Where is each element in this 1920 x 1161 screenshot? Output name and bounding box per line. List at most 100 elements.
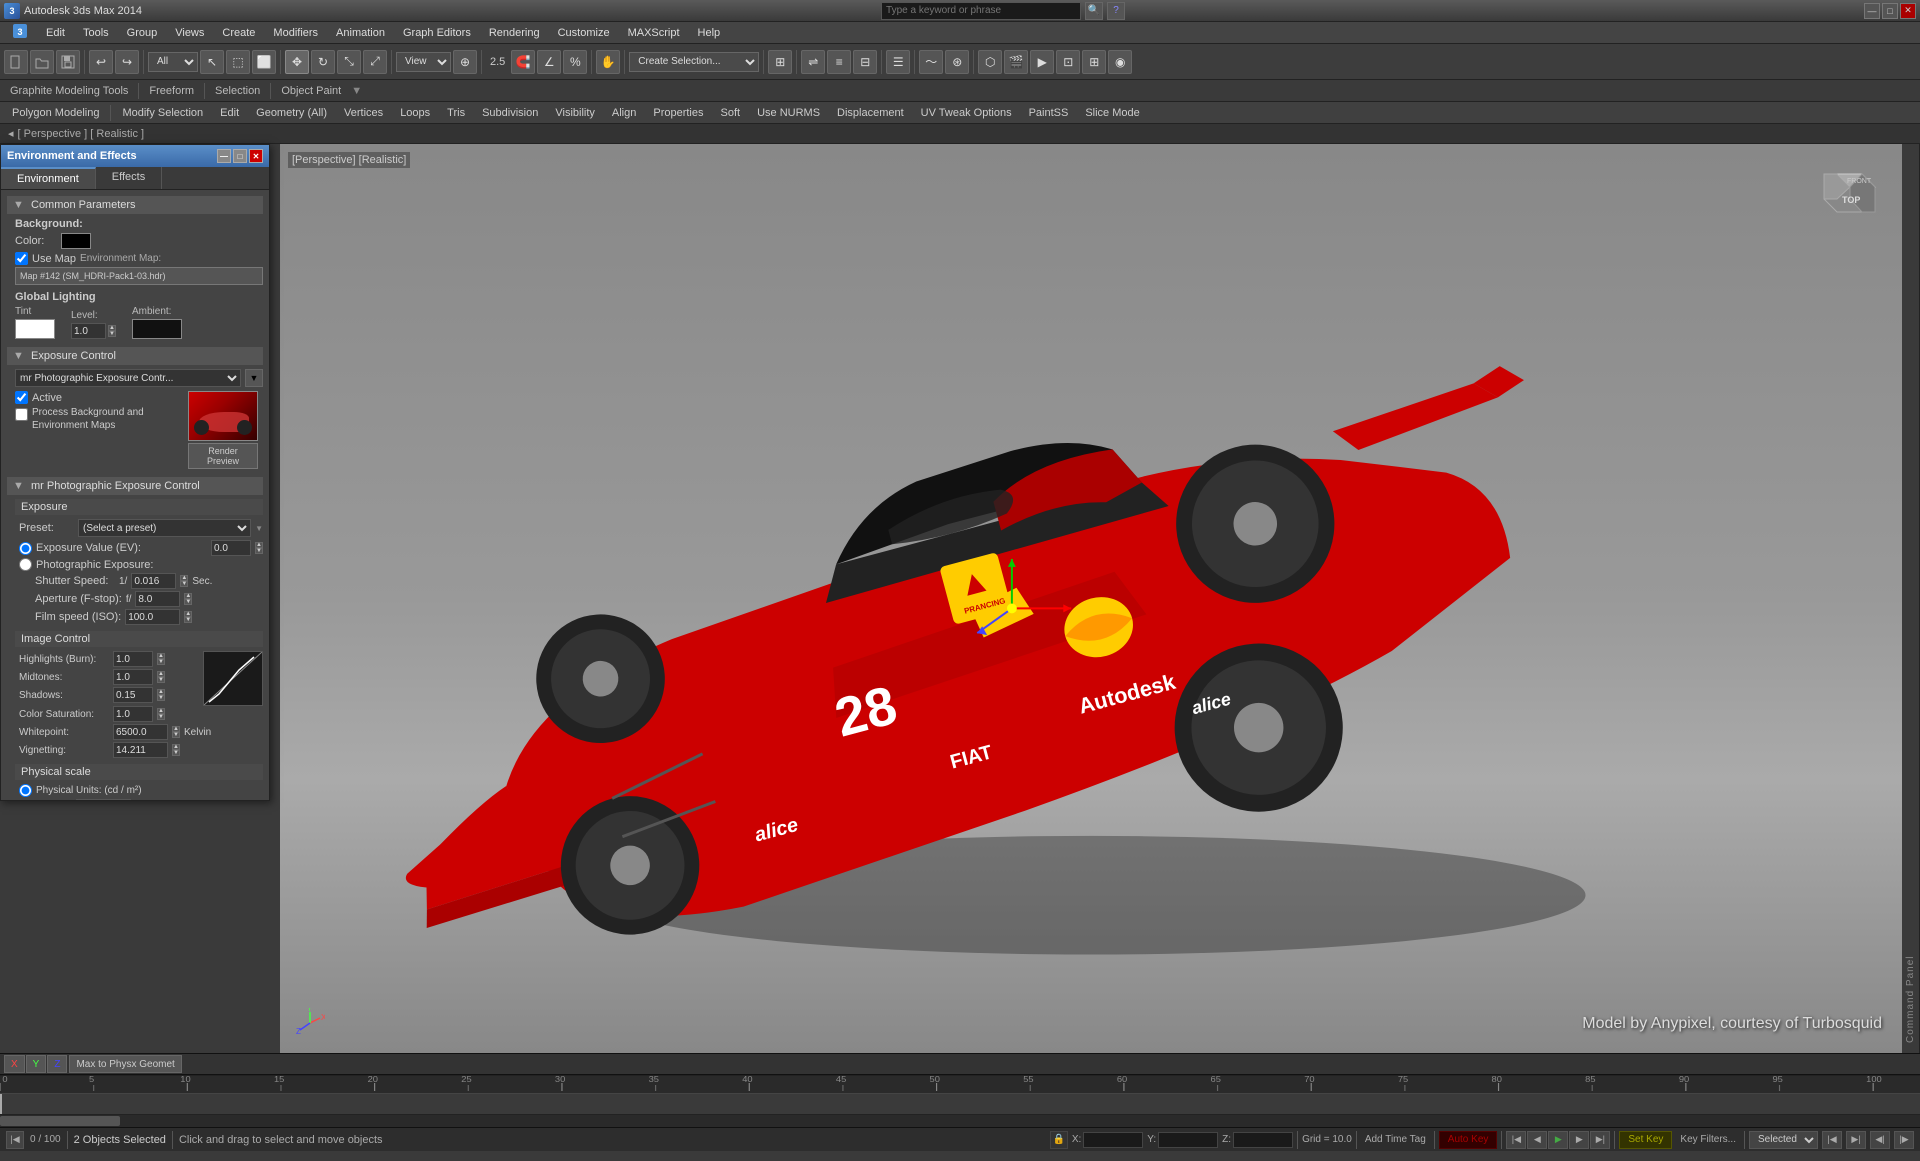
key-filters-btn[interactable]: Key Filters... bbox=[1676, 1134, 1740, 1145]
new-button[interactable] bbox=[4, 50, 28, 74]
menu-app[interactable]: 3 bbox=[4, 21, 36, 44]
process-bg-checkbox[interactable] bbox=[15, 408, 28, 421]
exposure-control-header[interactable]: ▼ Exposure Control bbox=[7, 347, 263, 365]
vignetting-spinner[interactable]: ▲ ▼ bbox=[172, 744, 180, 756]
menu-group[interactable]: Group bbox=[119, 25, 166, 41]
command-panel-strip[interactable]: Command Panel bbox=[1902, 144, 1920, 1053]
menu-maxscript[interactable]: MAXScript bbox=[620, 25, 688, 41]
slice-mode-item[interactable]: Slice Mode bbox=[1077, 105, 1147, 121]
y-axis-btn[interactable]: Y bbox=[26, 1055, 47, 1073]
timeline-scrollbar[interactable] bbox=[0, 1115, 1920, 1127]
menu-edit[interactable]: Edit bbox=[38, 25, 73, 41]
minimize-button[interactable]: — bbox=[1864, 3, 1880, 19]
y-input[interactable] bbox=[1158, 1132, 1218, 1148]
object-paint-arrow[interactable]: ▼ bbox=[349, 83, 364, 99]
undo-button[interactable]: ↩ bbox=[89, 50, 113, 74]
window-crossing-button[interactable]: ⬜ bbox=[252, 50, 276, 74]
play-forward-btn[interactable]: ▶ bbox=[1548, 1131, 1568, 1149]
select-region-button[interactable]: ⬚ bbox=[226, 50, 250, 74]
image-control-header[interactable]: Image Control bbox=[15, 631, 263, 647]
level-input[interactable] bbox=[71, 323, 106, 339]
shadows-spinner[interactable]: ▲ ▼ bbox=[157, 689, 165, 701]
soft-item[interactable]: Soft bbox=[713, 105, 749, 121]
layers-button[interactable]: ☰ bbox=[886, 50, 910, 74]
x-axis-btn[interactable]: X bbox=[4, 1055, 25, 1073]
exposure-options-btn[interactable]: ▼ bbox=[245, 369, 263, 387]
properties-item[interactable]: Properties bbox=[645, 105, 711, 121]
use-nurms-item[interactable]: Use NURMS bbox=[749, 105, 828, 121]
nav-cube[interactable]: TOP FRONT bbox=[1817, 159, 1882, 224]
scale2-button[interactable]: ⤢ bbox=[363, 50, 387, 74]
menu-views[interactable]: Views bbox=[167, 25, 212, 41]
menu-rendering[interactable]: Rendering bbox=[481, 25, 548, 41]
save-button[interactable] bbox=[56, 50, 80, 74]
photo-radio[interactable] bbox=[19, 558, 32, 571]
subdivision-item[interactable]: Subdivision bbox=[474, 105, 546, 121]
menu-create[interactable]: Create bbox=[214, 25, 263, 41]
tab-effects[interactable]: Effects bbox=[96, 167, 162, 189]
render4-button[interactable]: ◉ bbox=[1108, 50, 1132, 74]
film-spinner[interactable]: ▲ ▼ bbox=[184, 611, 192, 623]
move-button[interactable]: ✥ bbox=[285, 50, 309, 74]
selection-item[interactable]: Selection bbox=[209, 83, 266, 99]
aperture-spinner[interactable]: ▲ ▼ bbox=[184, 593, 192, 605]
mirror-button[interactable]: ⇌ bbox=[801, 50, 825, 74]
search-icon[interactable]: 🔍 bbox=[1085, 2, 1103, 20]
max-physx-label[interactable]: Max to Physx Geomet bbox=[69, 1055, 181, 1073]
edit-item[interactable]: Edit bbox=[212, 105, 247, 121]
align-item[interactable]: Align bbox=[604, 105, 644, 121]
exposure-sub-header[interactable]: Exposure bbox=[15, 499, 263, 515]
add-time-tag-btn[interactable]: Add Time Tag bbox=[1361, 1134, 1430, 1145]
graphite-tools-item[interactable]: Graphite Modeling Tools bbox=[4, 83, 134, 99]
level-spinner[interactable]: ▲ ▼ bbox=[108, 325, 116, 337]
unitless-input[interactable] bbox=[76, 799, 131, 800]
z-axis-btn[interactable]: Z bbox=[47, 1055, 67, 1073]
select-filter-dropdown[interactable]: All bbox=[148, 52, 198, 72]
menu-modifiers[interactable]: Modifiers bbox=[265, 25, 326, 41]
close-button[interactable]: ✕ bbox=[1900, 3, 1916, 19]
loops-item[interactable]: Loops bbox=[392, 105, 438, 121]
color-sat-spinner[interactable]: ▲ ▼ bbox=[157, 708, 165, 720]
x-input[interactable] bbox=[1083, 1132, 1143, 1148]
redo-button[interactable]: ↪ bbox=[115, 50, 139, 74]
pivot-button[interactable]: ⊕ bbox=[453, 50, 477, 74]
go-to-start-btn[interactable]: |◀ bbox=[1506, 1131, 1526, 1149]
frame-back-btn[interactable]: ◀| bbox=[1870, 1131, 1890, 1149]
exposure-type-dropdown[interactable]: mr Photographic Exposure Contr... bbox=[15, 369, 241, 387]
frame-next-btn[interactable]: ▶| bbox=[1846, 1131, 1866, 1149]
modify-selection-item[interactable]: Modify Selection bbox=[114, 105, 211, 121]
preset-dropdown[interactable]: (Select a preset) bbox=[78, 519, 251, 537]
render2-button[interactable]: ⊡ bbox=[1056, 50, 1080, 74]
z-input[interactable] bbox=[1233, 1132, 1293, 1148]
selected-dropdown[interactable]: Selected bbox=[1749, 1131, 1818, 1149]
shutter-input[interactable] bbox=[131, 573, 176, 589]
select-button[interactable]: ↖ bbox=[200, 50, 224, 74]
maximize-button[interactable]: □ bbox=[1882, 3, 1898, 19]
prev-frame-btn2[interactable]: ◀ bbox=[1527, 1131, 1547, 1149]
color-swatch[interactable] bbox=[61, 233, 91, 249]
align2-button[interactable]: ⊟ bbox=[853, 50, 877, 74]
lock-icon[interactable]: 🔒 bbox=[1050, 1131, 1068, 1149]
menu-tools[interactable]: Tools bbox=[75, 25, 117, 41]
tint-swatch[interactable] bbox=[15, 319, 55, 339]
view-dropdown[interactable]: View bbox=[396, 52, 451, 72]
polygon-modeling-item[interactable]: Polygon Modeling bbox=[4, 105, 107, 121]
highlights-spinner[interactable]: ▲ ▼ bbox=[157, 653, 165, 665]
dialog-maximize-button[interactable]: □ bbox=[233, 149, 247, 163]
frame-prev-btn[interactable]: |◀ bbox=[1822, 1131, 1842, 1149]
tris-item[interactable]: Tris bbox=[439, 105, 473, 121]
env-dialog-title[interactable]: Environment and Effects — □ ✕ bbox=[1, 145, 269, 167]
timeline-scrollbar-thumb[interactable] bbox=[0, 1116, 120, 1126]
render3-button[interactable]: ⊞ bbox=[1082, 50, 1106, 74]
ev-spinner[interactable]: ▲ ▼ bbox=[255, 542, 263, 554]
ev-radio[interactable] bbox=[19, 542, 32, 555]
timeline-ruler[interactable]: 0 5 10 15 20 25 30 35 40 45 50 bbox=[0, 1076, 1920, 1094]
active-checkbox[interactable] bbox=[15, 391, 28, 404]
angle-snap[interactable]: ∠ bbox=[537, 50, 561, 74]
vertices-item[interactable]: Vertices bbox=[336, 105, 391, 121]
pick-button[interactable]: ✋ bbox=[596, 50, 620, 74]
color-sat-input[interactable] bbox=[113, 706, 153, 722]
common-params-header[interactable]: ▼ Common Parameters bbox=[7, 196, 263, 214]
ambient-swatch[interactable] bbox=[132, 319, 182, 339]
object-paint-item[interactable]: Object Paint bbox=[275, 83, 347, 99]
